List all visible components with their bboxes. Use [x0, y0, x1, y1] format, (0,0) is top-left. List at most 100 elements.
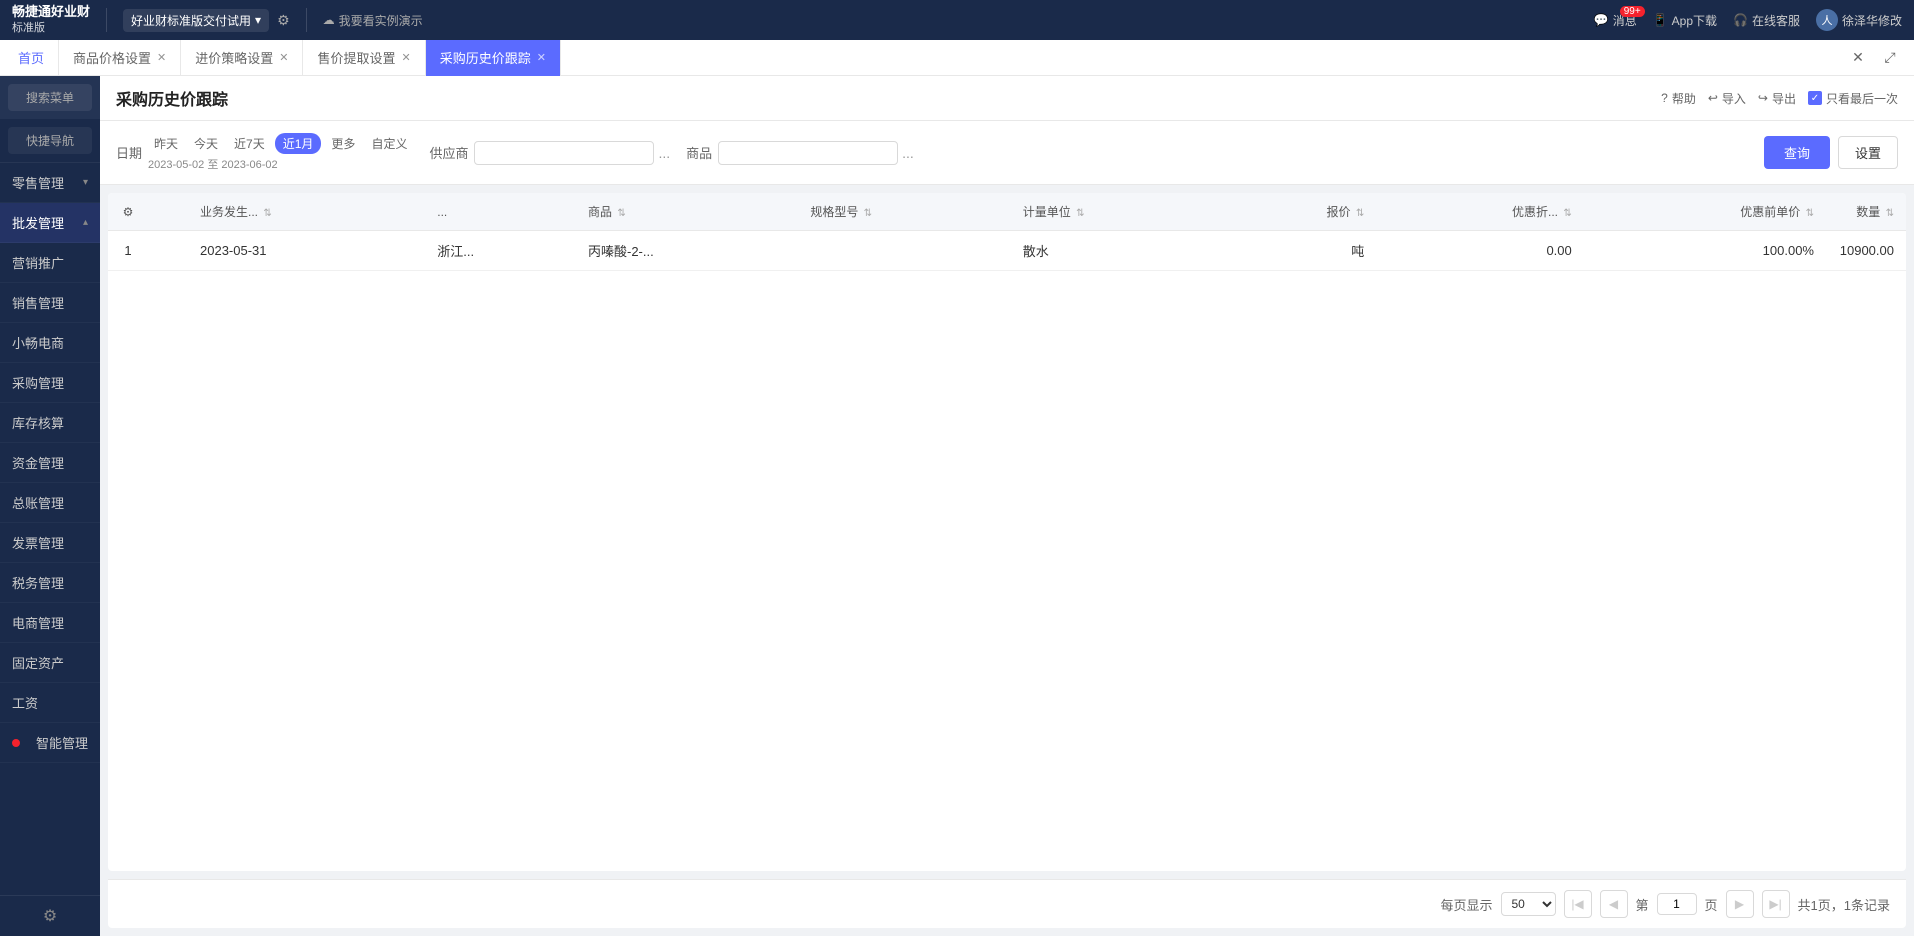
tab-sale-price-close-icon[interactable]: ✕: [402, 51, 411, 64]
sidebar-item-salary[interactable]: 工资: [0, 683, 100, 723]
help-button[interactable]: ? 帮助: [1661, 90, 1696, 107]
version-selector[interactable]: 好业财标准版交付试用 ▾: [123, 9, 269, 32]
th-dots[interactable]: ...: [425, 193, 576, 231]
sidebar-item-invoice[interactable]: 发票管理: [0, 523, 100, 563]
sidebar-item-retail-label: 零售管理: [12, 173, 64, 192]
query-button[interactable]: 查询: [1764, 136, 1830, 169]
user-menu[interactable]: 人 徐泽华修改: [1816, 9, 1902, 31]
search-menu-button[interactable]: 搜索菜单: [8, 84, 92, 111]
sidebar-item-inventory[interactable]: 库存核算: [0, 403, 100, 443]
quick-nav-button[interactable]: 快捷导航: [8, 127, 92, 154]
td-pre-discount-price: 10900.00: [1826, 231, 1906, 271]
next-page-button[interactable]: ▶: [1726, 890, 1754, 918]
sidebar-item-purchase[interactable]: 采购管理: [0, 363, 100, 403]
date-opt-yesterday[interactable]: 昨天: [148, 133, 184, 154]
sidebar-item-retail[interactable]: 零售管理 ▾: [0, 163, 100, 203]
goods-dots-button[interactable]: ...: [902, 145, 914, 161]
tab-purchase-history[interactable]: 采购历史价跟踪 ✕: [426, 40, 561, 76]
tab-purchase-strategy-label: 进价策略设置: [195, 48, 273, 67]
date-filter: 日期 昨天 今天 近7天 近1月 更多 自定义 2023-05-02 至 202…: [116, 133, 413, 172]
supplier-dots-button[interactable]: ...: [658, 145, 670, 161]
demo-icon: ☁: [323, 13, 335, 27]
export-button[interactable]: ↪ 导出: [1758, 90, 1796, 107]
sidebar-item-ecommerce[interactable]: 电商管理: [0, 603, 100, 643]
pagination: 每页显示 50 100 200 |◀ ◀ 第 页 ▶ ▶| 共1页，1条记录: [108, 879, 1906, 928]
demo-link[interactable]: ☁ 我要看实例演示: [323, 12, 423, 29]
sidebar-item-smart[interactable]: 智能管理: [0, 723, 100, 763]
dropdown-icon: ▾: [255, 13, 261, 27]
sidebar-item-fixed-assets[interactable]: 固定资产: [0, 643, 100, 683]
top-bar-left: 畅捷通好业财 标准版 好业财标准版交付试用 ▾ ⚙ ☁ 我要看实例演示: [12, 4, 423, 35]
tab-purchase-strategy[interactable]: 进价策略设置 ✕: [181, 40, 303, 76]
tab-price[interactable]: 商品价格设置 ✕: [59, 40, 181, 76]
th-price-sort-icon: ⇅: [1356, 208, 1364, 219]
import-button[interactable]: ↩ 导入: [1708, 90, 1746, 107]
smart-dot-icon: [12, 739, 20, 747]
td-empty: [148, 231, 188, 271]
sidebar-item-ecommerce-small[interactable]: 小畅电商: [0, 323, 100, 363]
last-page-button[interactable]: ▶|: [1762, 890, 1790, 918]
tab-purchase-history-close-icon[interactable]: ✕: [537, 51, 546, 64]
demo-label: 我要看实例演示: [339, 12, 423, 29]
td-spec: [798, 231, 1010, 271]
tab-home[interactable]: 首页: [4, 40, 59, 76]
setting-button[interactable]: 设置: [1838, 136, 1898, 169]
date-opt-custom[interactable]: 自定义: [365, 133, 413, 154]
tab-price-close-icon[interactable]: ✕: [157, 51, 166, 64]
th-date[interactable]: 业务发生... ⇅: [188, 193, 425, 231]
sidebar-item-marketing[interactable]: 营销推广: [0, 243, 100, 283]
last-only-checkbox-icon: ✓: [1808, 91, 1822, 105]
last-only-button[interactable]: ✓ 只看最后一次: [1808, 90, 1898, 107]
th-spec-label: 规格型号: [810, 205, 858, 219]
th-quantity[interactable]: 数量 ⇅: [1826, 193, 1906, 231]
online-service-button[interactable]: 🎧 在线客服: [1733, 12, 1800, 29]
th-pre-discount-price[interactable]: 优惠前单价 ⇅: [1584, 193, 1826, 231]
th-quantity-label: 数量: [1856, 205, 1880, 219]
th-spec[interactable]: 规格型号 ⇅: [798, 193, 1010, 231]
date-opt-today[interactable]: 今天: [188, 133, 224, 154]
supplier-filter: 供应商 ...: [429, 141, 670, 165]
sidebar-item-tax[interactable]: 税务管理: [0, 563, 100, 603]
sidebar-search-area: 搜索菜单: [0, 76, 100, 119]
filter-area: 日期 昨天 今天 近7天 近1月 更多 自定义 2023-05-02 至 202…: [100, 121, 1914, 185]
download-icon: 📱: [1653, 13, 1668, 27]
app-logo: 畅捷通好业财 标准版: [12, 4, 90, 35]
supplier-input[interactable]: [474, 141, 654, 165]
sidebar-item-general-ledger[interactable]: 总账管理: [0, 483, 100, 523]
sidebar-item-finance[interactable]: 资金管理: [0, 443, 100, 483]
date-label: 日期: [116, 143, 142, 162]
th-gear[interactable]: ⚙: [108, 193, 148, 231]
th-goods[interactable]: 商品 ⇅: [576, 193, 798, 231]
prev-page-button[interactable]: ◀: [1600, 890, 1628, 918]
tab-close-all-button[interactable]: ✕: [1846, 46, 1870, 70]
app-download-button[interactable]: 📱 App下载: [1653, 12, 1717, 29]
sidebar-item-wholesale[interactable]: 批发管理 ▴: [0, 203, 100, 243]
date-opt-1month[interactable]: 近1月: [275, 133, 322, 154]
user-avatar-icon: 人: [1816, 9, 1838, 31]
sidebar-item-sales[interactable]: 销售管理: [0, 283, 100, 323]
sidebar-item-wholesale-label: 批发管理: [12, 213, 64, 232]
message-button[interactable]: 💬 消息 99+: [1594, 12, 1637, 29]
sidebar-item-wholesale-arrow-icon: ▴: [83, 217, 88, 228]
date-opt-7days[interactable]: 近7天: [228, 133, 271, 154]
settings-gear-icon[interactable]: ⚙: [277, 12, 290, 29]
sidebar-settings-icon[interactable]: ⚙: [43, 906, 57, 926]
tab-purchase-strategy-close-icon[interactable]: ✕: [279, 51, 288, 64]
tab-expand-button[interactable]: ⤢: [1878, 46, 1902, 70]
date-opt-more[interactable]: 更多: [325, 133, 361, 154]
page-word: 第: [1636, 895, 1649, 914]
sidebar-item-finance-label: 资金管理: [12, 453, 64, 472]
td-price-unit: 吨: [1223, 231, 1376, 271]
goods-input[interactable]: [718, 141, 898, 165]
page-size-select[interactable]: 50 100 200: [1501, 892, 1556, 916]
import-icon: ↩: [1708, 91, 1718, 105]
th-pre-discount-price-sort-icon: ⇅: [1806, 208, 1814, 219]
sidebar-item-ecommerce-small-label: 小畅电商: [12, 333, 64, 352]
top-bar-right: 💬 消息 99+ 📱 App下载 🎧 在线客服 人 徐泽华修改: [1594, 9, 1902, 31]
first-page-button[interactable]: |◀: [1564, 890, 1592, 918]
th-discount[interactable]: 优惠折... ⇅: [1376, 193, 1584, 231]
th-price[interactable]: 报价 ⇅: [1223, 193, 1376, 231]
tab-sale-price[interactable]: 售价提取设置 ✕: [303, 40, 425, 76]
page-number-input[interactable]: [1657, 893, 1697, 915]
th-unit[interactable]: 计量单位 ⇅: [1011, 193, 1223, 231]
